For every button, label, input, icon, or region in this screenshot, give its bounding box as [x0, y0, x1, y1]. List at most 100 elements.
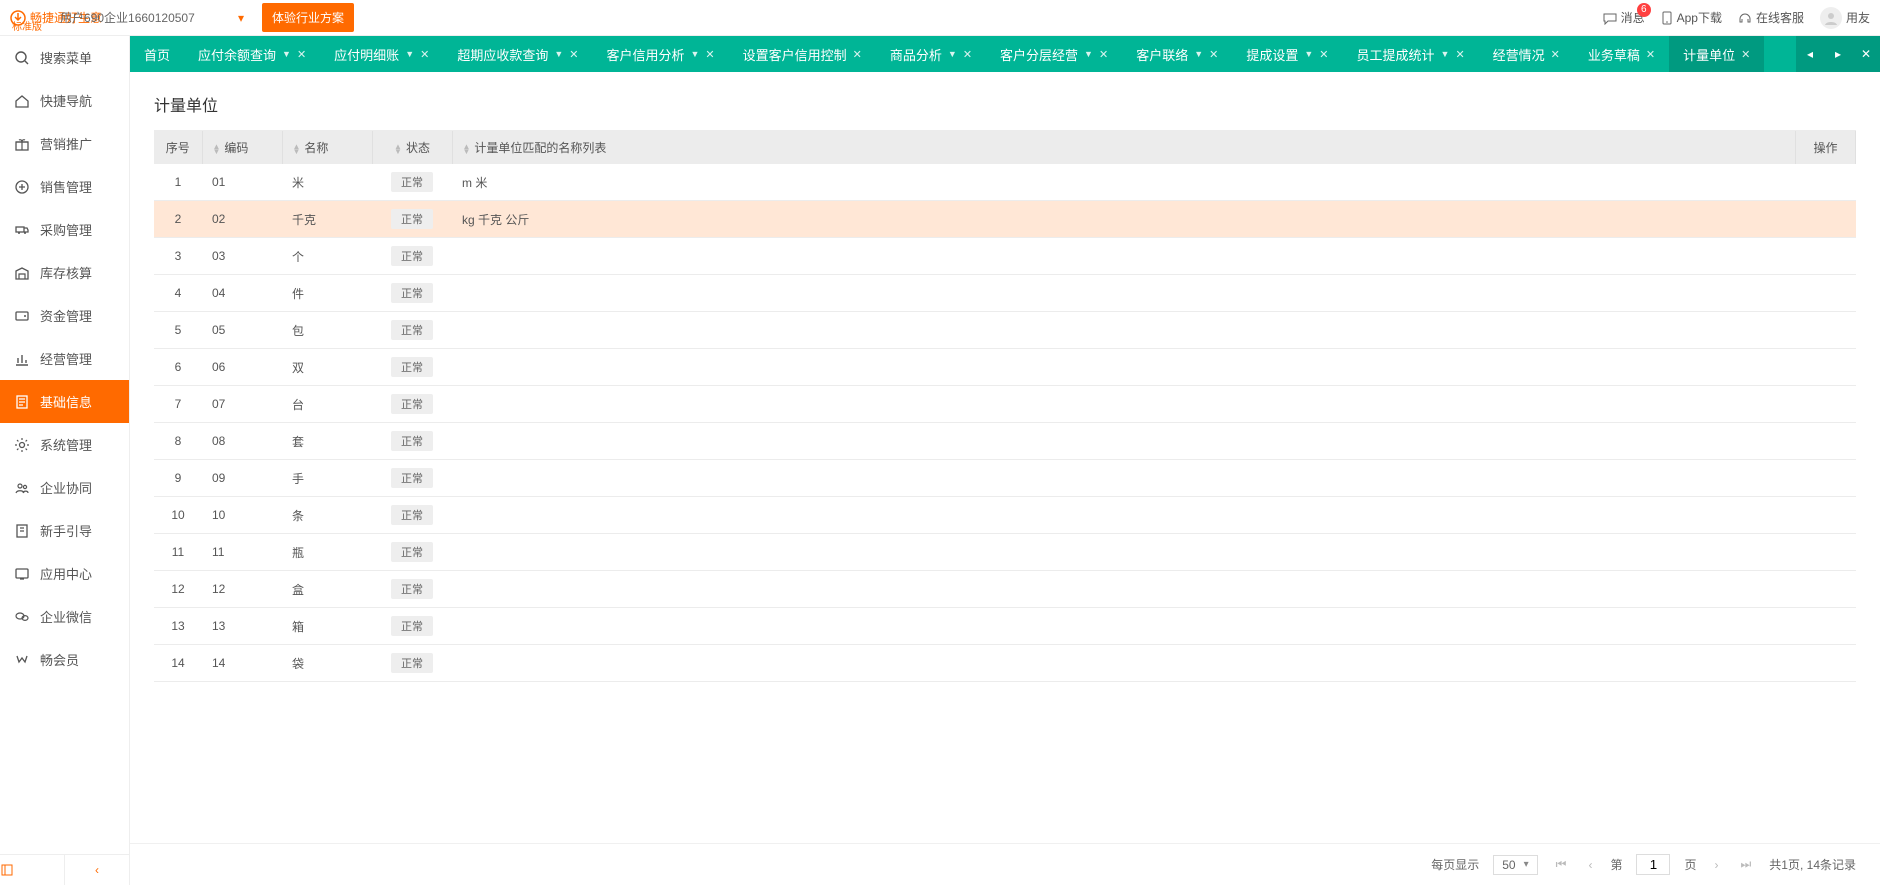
cell-match [452, 460, 1796, 497]
tab-11[interactable]: 经营情况✕ [1479, 36, 1574, 72]
table-row[interactable]: 1010条正常 [154, 497, 1856, 534]
sidebar-item-3[interactable]: 销售管理 [0, 165, 129, 208]
tab-6[interactable]: 商品分析▼✕ [876, 36, 986, 72]
page-prev-button[interactable]: ‹ [1584, 856, 1596, 874]
page-first-button[interactable]: ⏮ [1552, 855, 1571, 874]
app-icon [14, 566, 30, 582]
table-row[interactable]: 707台正常 [154, 386, 1856, 423]
tabs-close-all[interactable]: ✕ [1852, 36, 1880, 72]
gear-icon [14, 437, 30, 453]
close-icon[interactable]: ✕ [1741, 48, 1750, 61]
status-badge: 正常 [391, 246, 433, 266]
sidebar-item-10[interactable]: 企业协同 [0, 466, 129, 509]
page-input[interactable] [1636, 854, 1670, 875]
tab-1[interactable]: 应付余额查询▼✕ [184, 36, 320, 72]
sidebar-item-11[interactable]: 新手引导 [0, 509, 129, 552]
app-download-link[interactable]: App下载 [1661, 9, 1722, 26]
tabs-scroll-right[interactable]: ▸ [1824, 36, 1852, 72]
online-service-link[interactable]: 在线客服 [1738, 9, 1804, 26]
close-icon[interactable]: ✕ [569, 48, 578, 61]
col-match[interactable]: ▲▼计量单位匹配的名称列表 [452, 131, 1796, 164]
cell-status: 正常 [372, 386, 452, 423]
message-link[interactable]: 消息 6 [1603, 9, 1645, 26]
close-icon[interactable]: ✕ [1209, 48, 1218, 61]
tab-5[interactable]: 设置客户信用控制✕ [729, 36, 876, 72]
sidebar-item-4[interactable]: 采购管理 [0, 208, 129, 251]
sidebar-item-9[interactable]: 系统管理 [0, 423, 129, 466]
close-icon[interactable]: ✕ [1455, 48, 1464, 61]
close-icon[interactable]: ✕ [1646, 48, 1655, 61]
close-icon[interactable]: ✕ [1319, 48, 1328, 61]
sidebar-item-7[interactable]: 经营管理 [0, 337, 129, 380]
tab-0[interactable]: 首页 [130, 36, 184, 72]
cell-op [1796, 497, 1856, 534]
sidebar-item-14[interactable]: 畅会员 [0, 638, 129, 681]
per-page-value: 50 [1502, 858, 1515, 872]
tab-12[interactable]: 业务草稿✕ [1574, 36, 1669, 72]
tab-2[interactable]: 应付明细账▼✕ [320, 36, 443, 72]
close-icon[interactable]: ✕ [705, 48, 714, 61]
sidebar-item-6[interactable]: 资金管理 [0, 294, 129, 337]
per-page-select[interactable]: 50 ▾ [1493, 855, 1537, 875]
sidebar-item-8[interactable]: 基础信息 [0, 380, 129, 423]
sidebar-item-label: 企业协同 [40, 478, 92, 497]
table-row[interactable]: 505包正常 [154, 312, 1856, 349]
tab-10[interactable]: 员工提成统计▼✕ [1343, 36, 1479, 72]
sidebar-footer-left[interactable] [0, 855, 64, 885]
col-seq[interactable]: 序号 [154, 131, 202, 164]
tab-label: 商品分析 [890, 45, 942, 64]
tenant-select[interactable]: 用户690企业1660120507 ▾ [52, 9, 252, 26]
tab-8[interactable]: 客户联络▼✕ [1122, 36, 1232, 72]
table-row[interactable]: 909手正常 [154, 460, 1856, 497]
sidebar-item-label: 库存核算 [40, 263, 92, 282]
cart-icon [14, 179, 30, 195]
col-name[interactable]: ▲▼名称 [282, 131, 372, 164]
sidebar-item-0[interactable]: 搜索菜单 [0, 36, 129, 79]
try-industry-button[interactable]: 体验行业方案 [262, 3, 354, 32]
close-icon[interactable]: ✕ [853, 48, 862, 61]
table-row[interactable]: 1313箱正常 [154, 608, 1856, 645]
table-row[interactable]: 303个正常 [154, 238, 1856, 275]
tab-7[interactable]: 客户分层经营▼✕ [986, 36, 1122, 72]
sidebar-item-13[interactable]: 企业微信 [0, 595, 129, 638]
tab-9[interactable]: 提成设置▼✕ [1232, 36, 1342, 72]
close-icon[interactable]: ✕ [420, 48, 429, 61]
close-icon[interactable]: ✕ [1099, 48, 1108, 61]
close-icon[interactable]: ✕ [963, 48, 972, 61]
close-icon[interactable]: ✕ [1551, 48, 1560, 61]
sidebar-item-label: 搜索菜单 [40, 48, 92, 67]
table-row[interactable]: 202千克正常kg 千克 公斤 [154, 201, 1856, 238]
table-row[interactable]: 1212盒正常 [154, 571, 1856, 608]
cell-seq: 14 [154, 645, 202, 682]
sidebar-item-label: 销售管理 [40, 177, 92, 196]
sidebar-item-12[interactable]: 应用中心 [0, 552, 129, 595]
table-row[interactable]: 404件正常 [154, 275, 1856, 312]
col-code[interactable]: ▲▼编码 [202, 131, 282, 164]
page-next-button[interactable]: › [1710, 856, 1722, 874]
cell-code: 11 [202, 534, 282, 571]
page-last-button[interactable]: ⏭ [1736, 855, 1755, 874]
sidebar-item-5[interactable]: 库存核算 [0, 251, 129, 294]
tab-label: 计量单位 [1683, 45, 1735, 64]
tab-3[interactable]: 超期应收款查询▼✕ [443, 36, 592, 72]
table-row[interactable]: 606双正常 [154, 349, 1856, 386]
cell-status: 正常 [372, 238, 452, 275]
sidebar-item-2[interactable]: 营销推广 [0, 122, 129, 165]
sidebar-footer-right[interactable]: ‹ [64, 855, 129, 885]
table-row[interactable]: 808套正常 [154, 423, 1856, 460]
table-row[interactable]: 1414袋正常 [154, 645, 1856, 682]
table-row[interactable]: 101米正常m 米 [154, 164, 1856, 201]
status-badge: 正常 [391, 394, 433, 414]
cell-name: 台 [282, 386, 372, 423]
user-menu[interactable]: 用友 [1820, 7, 1870, 29]
wallet-icon [14, 308, 30, 324]
tabs-scroll-left[interactable]: ◂ [1796, 36, 1824, 72]
table-row[interactable]: 1111瓶正常 [154, 534, 1856, 571]
tab-13[interactable]: 计量单位 ✕ [1669, 36, 1764, 72]
cell-name: 箱 [282, 608, 372, 645]
cell-seq: 8 [154, 423, 202, 460]
tab-4[interactable]: 客户信用分析▼✕ [592, 36, 728, 72]
close-icon[interactable]: ✕ [297, 48, 306, 61]
col-status[interactable]: ▲▼状态 [372, 131, 452, 164]
sidebar-item-1[interactable]: 快捷导航 [0, 79, 129, 122]
